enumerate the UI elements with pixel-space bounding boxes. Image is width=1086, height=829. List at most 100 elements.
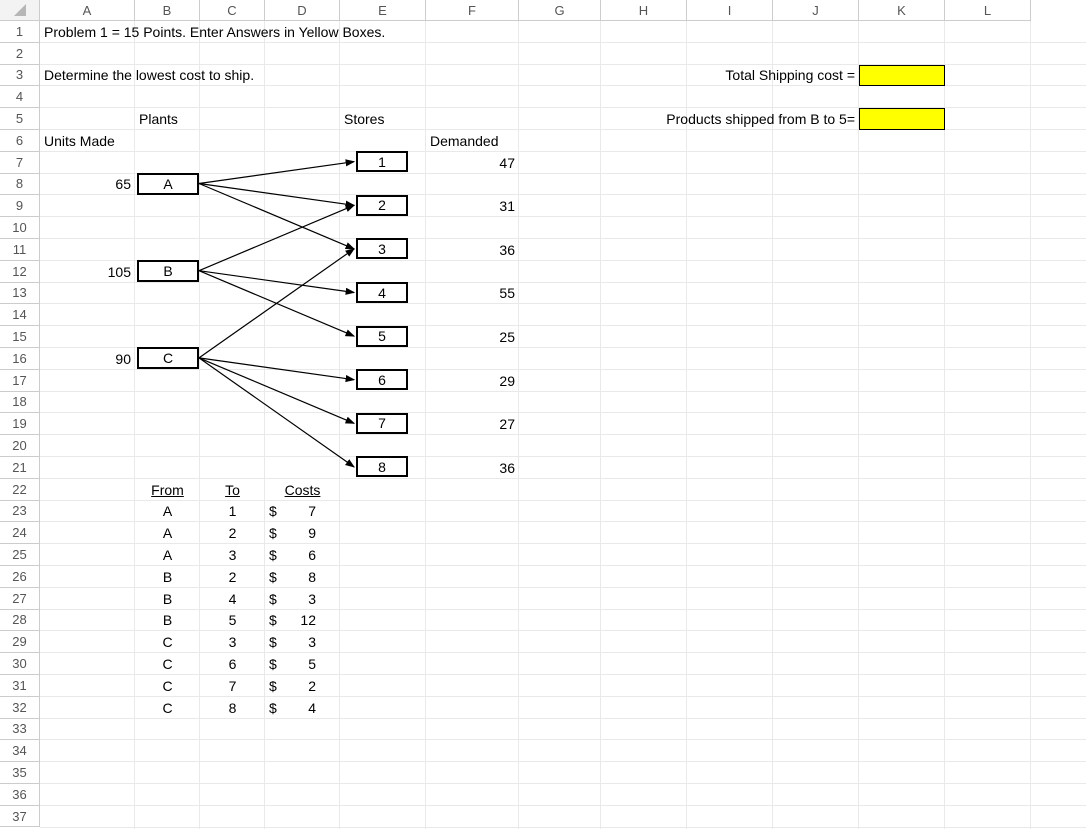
row-header-6[interactable]: 6: [0, 130, 40, 152]
row-header-4[interactable]: 4: [0, 86, 40, 108]
cost-to-9[interactable]: 8: [200, 697, 265, 719]
row-header-5[interactable]: 5: [0, 108, 40, 130]
cost-amount-9[interactable]: $4: [265, 697, 340, 719]
units-made-header[interactable]: Units Made: [40, 130, 135, 152]
row-header-32[interactable]: 32: [0, 697, 40, 719]
cost-to-3[interactable]: 2: [200, 566, 265, 588]
store-8-demand[interactable]: 36: [426, 457, 519, 479]
cost-to-1[interactable]: 2: [200, 522, 265, 544]
row-header-36[interactable]: 36: [0, 784, 40, 806]
row-header-27[interactable]: 27: [0, 588, 40, 610]
cost-amount-3[interactable]: $8: [265, 566, 340, 588]
row-header-23[interactable]: 23: [0, 501, 40, 523]
cost-from-5[interactable]: B: [135, 610, 200, 632]
row-header-7[interactable]: 7: [0, 152, 40, 174]
row-header-15[interactable]: 15: [0, 326, 40, 348]
cost-from-8[interactable]: C: [135, 675, 200, 697]
cost-from-3[interactable]: B: [135, 566, 200, 588]
store-2-demand[interactable]: 31: [426, 195, 519, 217]
row-header-8[interactable]: 8: [0, 174, 40, 196]
cost-amount-2[interactable]: $6: [265, 544, 340, 566]
demanded-header[interactable]: Demanded: [426, 130, 519, 152]
row-header-31[interactable]: 31: [0, 675, 40, 697]
cost-to-8[interactable]: 7: [200, 675, 265, 697]
column-header-C[interactable]: C: [200, 0, 265, 21]
total-shipping-label[interactable]: Total Shipping cost =: [601, 65, 859, 87]
cost-to-5[interactable]: 5: [200, 610, 265, 632]
row-header-14[interactable]: 14: [0, 304, 40, 326]
store-7-demand[interactable]: 27: [426, 413, 519, 435]
cost-to-2[interactable]: 3: [200, 544, 265, 566]
column-header-J[interactable]: J: [773, 0, 859, 21]
column-header-B[interactable]: B: [135, 0, 200, 21]
column-header-L[interactable]: L: [945, 0, 1031, 21]
row-header-30[interactable]: 30: [0, 653, 40, 675]
b-to-5-label[interactable]: Products shipped from B to 5=: [519, 108, 859, 130]
cost-from-6[interactable]: C: [135, 631, 200, 653]
row-header-1[interactable]: 1: [0, 21, 40, 43]
stores-header[interactable]: Stores: [340, 108, 426, 130]
row-header-10[interactable]: 10: [0, 217, 40, 239]
plants-header[interactable]: Plants: [135, 108, 200, 130]
column-header-K[interactable]: K: [859, 0, 945, 21]
row-header-16[interactable]: 16: [0, 348, 40, 370]
row-header-18[interactable]: 18: [0, 392, 40, 414]
row-header-2[interactable]: 2: [0, 43, 40, 65]
title-cell[interactable]: Problem 1 = 15 Points. Enter Answers in …: [40, 21, 560, 43]
column-header-G[interactable]: G: [519, 0, 601, 21]
column-header-E[interactable]: E: [340, 0, 426, 21]
row-header-33[interactable]: 33: [0, 719, 40, 741]
row-header-3[interactable]: 3: [0, 65, 40, 87]
plant-B-units[interactable]: 105: [40, 261, 135, 283]
column-header-A[interactable]: A: [40, 0, 135, 21]
cost-to-7[interactable]: 6: [200, 653, 265, 675]
row-header-24[interactable]: 24: [0, 522, 40, 544]
cost-hdr-from[interactable]: From: [135, 479, 200, 501]
column-header-D[interactable]: D: [265, 0, 340, 21]
cost-to-6[interactable]: 3: [200, 631, 265, 653]
row-header-22[interactable]: 22: [0, 479, 40, 501]
row-header-11[interactable]: 11: [0, 239, 40, 261]
store-4-demand[interactable]: 55: [426, 283, 519, 305]
cost-to-0[interactable]: 1: [200, 501, 265, 523]
row-header-25[interactable]: 25: [0, 544, 40, 566]
store-3-demand[interactable]: 36: [426, 239, 519, 261]
cost-hdr-to[interactable]: To: [200, 479, 265, 501]
cost-from-7[interactable]: C: [135, 653, 200, 675]
row-header-13[interactable]: 13: [0, 283, 40, 305]
row-header-21[interactable]: 21: [0, 457, 40, 479]
cost-amount-0[interactable]: $7: [265, 501, 340, 523]
cost-to-4[interactable]: 4: [200, 588, 265, 610]
row-header-20[interactable]: 20: [0, 435, 40, 457]
column-header-I[interactable]: I: [687, 0, 773, 21]
grid-area[interactable]: Problem 1 = 15 Points. Enter Answers in …: [40, 21, 1086, 829]
row-header-29[interactable]: 29: [0, 631, 40, 653]
row-header-26[interactable]: 26: [0, 566, 40, 588]
cost-from-0[interactable]: A: [135, 501, 200, 523]
cost-hdr-costs[interactable]: Costs: [265, 479, 340, 501]
cost-amount-1[interactable]: $9: [265, 522, 340, 544]
row-header-19[interactable]: 19: [0, 413, 40, 435]
store-5-demand[interactable]: 25: [426, 326, 519, 348]
cost-from-9[interactable]: C: [135, 697, 200, 719]
cost-from-2[interactable]: A: [135, 544, 200, 566]
select-all-corner[interactable]: [0, 0, 40, 21]
cost-amount-8[interactable]: $2: [265, 675, 340, 697]
cost-from-1[interactable]: A: [135, 522, 200, 544]
total-shipping-input[interactable]: [859, 65, 945, 87]
column-header-F[interactable]: F: [426, 0, 519, 21]
plant-A-units[interactable]: 65: [40, 174, 135, 196]
row-header-9[interactable]: 9: [0, 195, 40, 217]
row-header-35[interactable]: 35: [0, 762, 40, 784]
store-1-demand[interactable]: 47: [426, 152, 519, 174]
store-6-demand[interactable]: 29: [426, 370, 519, 392]
instruction-cell[interactable]: Determine the lowest cost to ship.: [40, 65, 360, 87]
column-header-H[interactable]: H: [601, 0, 687, 21]
cost-amount-5[interactable]: $12: [265, 610, 340, 632]
cost-from-4[interactable]: B: [135, 588, 200, 610]
row-header-37[interactable]: 37: [0, 806, 40, 828]
cost-amount-7[interactable]: $5: [265, 653, 340, 675]
cost-amount-4[interactable]: $3: [265, 588, 340, 610]
row-header-12[interactable]: 12: [0, 261, 40, 283]
b-to-5-input[interactable]: [859, 108, 945, 130]
